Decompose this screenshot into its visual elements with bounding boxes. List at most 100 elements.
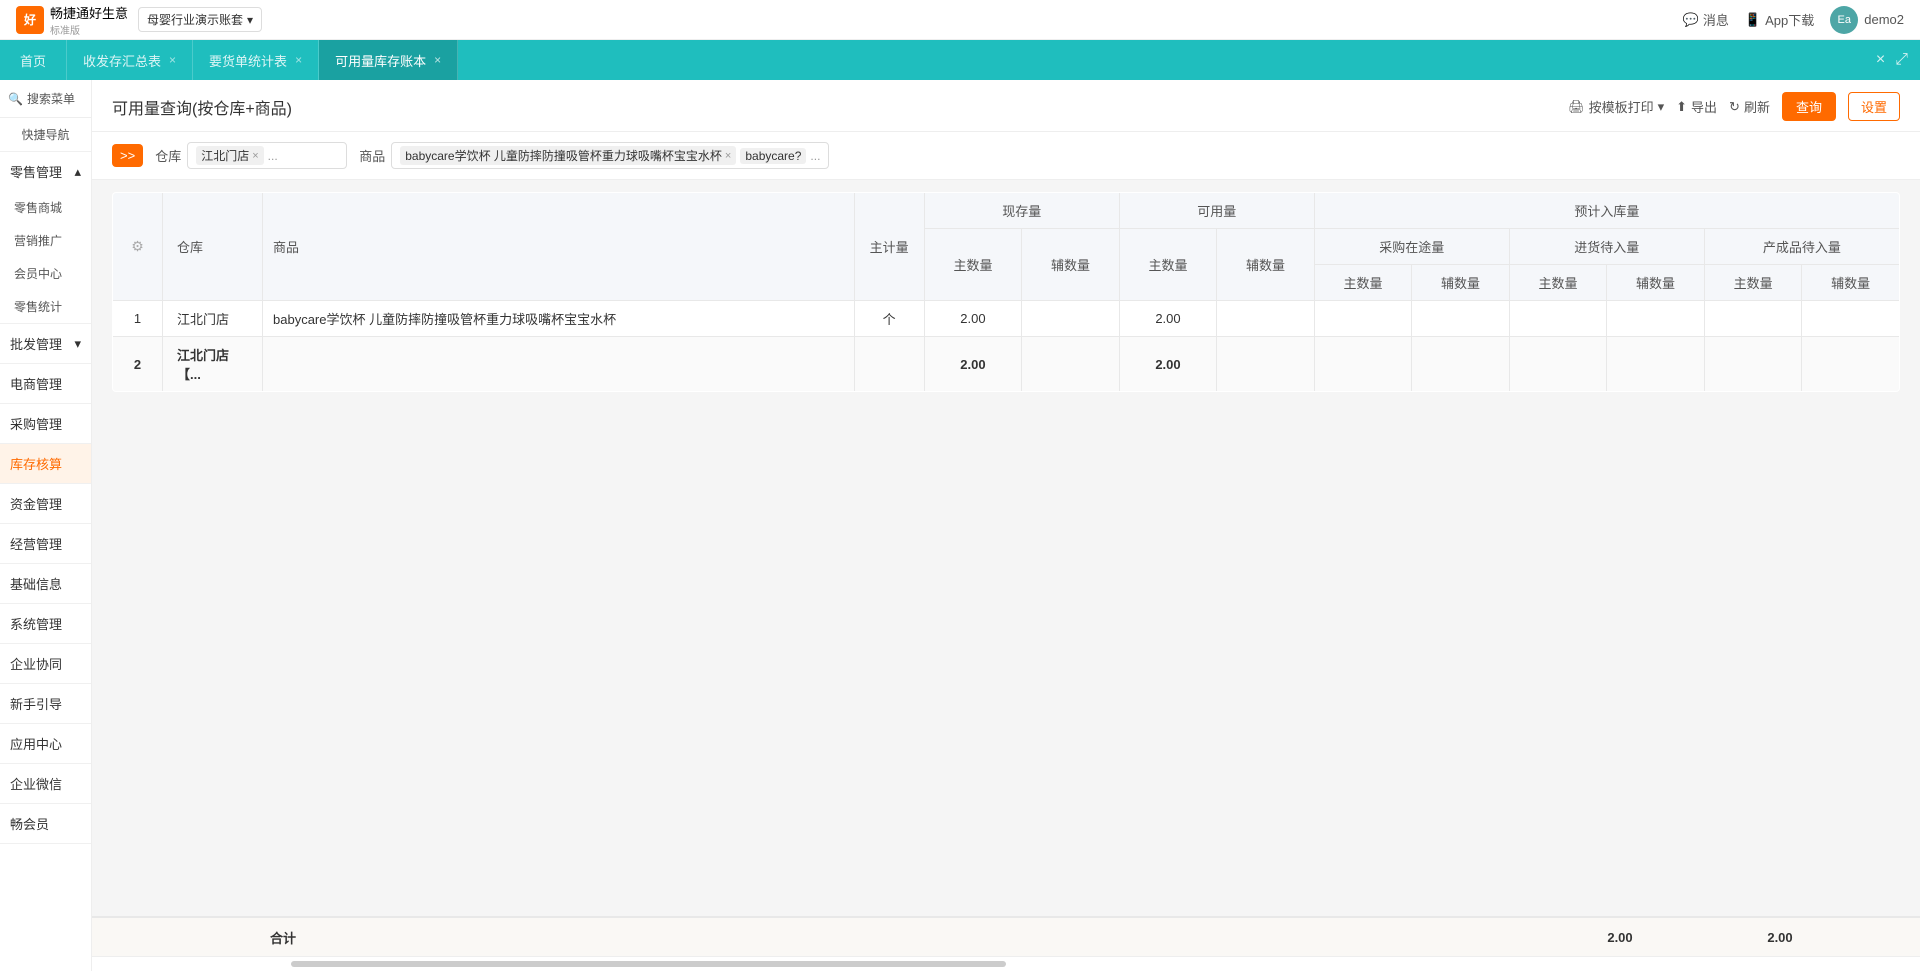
export-btn[interactable]: ⬆ 导出	[1676, 97, 1717, 116]
th-expected-in: 预计入库量	[1314, 193, 1899, 229]
sidebar-item-retail-mall[interactable]: 零售商城	[0, 191, 91, 224]
download-btn[interactable]: 📱 App下载	[1745, 10, 1814, 29]
message-btn[interactable]: 💬 消息	[1683, 10, 1729, 29]
chevron-up-icon: ▴	[74, 164, 81, 180]
td-product-main-2	[1704, 337, 1802, 392]
sidebar-group-operations: 经营管理	[0, 524, 91, 564]
td-warehouse-2: 江北门店【...	[163, 337, 263, 392]
th-purchase-sub: 辅数量	[1412, 265, 1510, 301]
sidebar-group-retail-header[interactable]: 零售管理 ▴	[0, 152, 91, 191]
logo-text: 畅捷通好生意	[50, 3, 128, 22]
sidebar-group-basic-header[interactable]: 基础信息	[0, 564, 91, 603]
sidebar-item-retail-stats[interactable]: 零售统计	[0, 290, 91, 323]
horizontal-scrollbar[interactable]	[291, 961, 1006, 967]
sidebar-group-appstore-label: 应用中心	[10, 734, 62, 753]
sidebar-group-vip-header[interactable]: 畅会员	[0, 804, 91, 843]
td-goods-sub-2	[1607, 337, 1705, 392]
avatar: Ea	[1830, 6, 1858, 34]
refresh-icon: ↻	[1729, 99, 1740, 115]
th-warehouse: 仓库	[163, 193, 263, 301]
total-available-sub	[1820, 928, 1900, 947]
th-settings[interactable]: ⚙	[113, 193, 163, 301]
sidebar-group-appstore-header[interactable]: 应用中心	[0, 724, 91, 763]
th-unit: 主计量	[854, 193, 924, 301]
industry-select[interactable]: 母婴行业演示账套 ▾	[138, 7, 262, 32]
tab-income[interactable]: 收发存汇总表 ×	[67, 40, 193, 80]
sidebar-group-ecommerce-header[interactable]: 电商管理	[0, 364, 91, 403]
sidebar-group-wholesale-label: 批发管理	[10, 334, 62, 353]
sidebar: 🔍 搜索菜单 快捷导航 零售管理 ▴ 零售商城 营销推广 会员中心 零售统计 批…	[0, 80, 92, 971]
filter-row: >> 仓库 江北门店 × ... 商品 babycare学饮杯 儿童防摔防撞吸管…	[92, 132, 1920, 180]
filter-product-tag-2: babycare?	[740, 148, 806, 164]
sidebar-group-system: 系统管理	[0, 604, 91, 644]
logo-sub: 标准版	[50, 22, 128, 37]
th-purchase-in-transit: 采购在途量	[1314, 229, 1509, 265]
td-purchase-sub-2	[1412, 337, 1510, 392]
filter-product-tags[interactable]: babycare学饮杯 儿童防摔防撞吸管杯重力球吸嘴杯宝宝水杯 × babyca…	[391, 142, 829, 169]
sidebar-item-marketing[interactable]: 营销推广	[0, 224, 91, 257]
tab-income-close[interactable]: ×	[169, 53, 176, 67]
chevron-down-icon: ▾	[247, 13, 253, 27]
sidebar-nav-quicklink[interactable]: 快捷导航	[0, 118, 91, 152]
th-available-main: 主数量	[1119, 229, 1217, 301]
td-available-main-1: 2.00	[1119, 301, 1217, 337]
filter-warehouse-tags[interactable]: 江北门店 × ...	[187, 142, 347, 169]
sidebar-group-wechat-header[interactable]: 企业微信	[0, 764, 91, 803]
filter-product-group: 商品 babycare学饮杯 儿童防摔防撞吸管杯重力球吸嘴杯宝宝水杯 × bab…	[359, 142, 829, 169]
content-area: 可用量查询(按仓库+商品) 🖨 按模板打印 ▾ ⬆ 导出 ↻ 刷新	[92, 80, 1920, 971]
sidebar-group-purchase: 采购管理	[0, 404, 91, 444]
sidebar-group-finance-label: 资金管理	[10, 494, 62, 513]
user-avatar-btn[interactable]: Ea demo2	[1830, 6, 1904, 34]
print-btn[interactable]: 🖨 按模板打印 ▾	[1568, 97, 1664, 116]
download-icon: 📱	[1745, 12, 1761, 28]
sidebar-group-newbie-label: 新手引导	[10, 694, 62, 713]
th-product-sub: 辅数量	[1802, 265, 1900, 301]
setting-button[interactable]: 设置	[1848, 92, 1900, 121]
td-goods-main-1	[1509, 301, 1607, 337]
page-title: 可用量查询(按仓库+商品)	[112, 95, 292, 119]
tab-expand-icon[interactable]: ⤢	[1895, 51, 1908, 69]
th-goods-pending: 进货待入量	[1509, 229, 1704, 265]
query-button[interactable]: 查询	[1782, 92, 1836, 121]
total-unit	[1510, 928, 1580, 947]
sidebar-group-vip-label: 畅会员	[10, 814, 49, 833]
tab-close-all-icon[interactable]: ×	[1876, 51, 1885, 69]
sidebar-search[interactable]: 🔍 搜索菜单	[0, 80, 91, 118]
tab-home[interactable]: 首页	[0, 40, 67, 80]
sidebar-group-purchase-header[interactable]: 采购管理	[0, 404, 91, 443]
expand-filter-button[interactable]: >>	[112, 144, 143, 167]
th-available: 可用量	[1119, 193, 1314, 229]
sidebar-group-system-header[interactable]: 系统管理	[0, 604, 91, 643]
tab-purchase[interactable]: 要货单统计表 ×	[193, 40, 319, 80]
sidebar-item-member[interactable]: 会员中心	[0, 257, 91, 290]
export-icon: ⬆	[1676, 99, 1687, 115]
tab-inventory[interactable]: 可用量库存账本 ×	[319, 40, 458, 80]
td-product-sub-1	[1802, 301, 1900, 337]
td-product-main-1	[1704, 301, 1802, 337]
filter-warehouse-more[interactable]: ...	[268, 149, 278, 163]
filter-product-tag-1-close[interactable]: ×	[725, 150, 731, 162]
sidebar-group-inventory-header[interactable]: 库存核算	[0, 444, 91, 483]
refresh-btn[interactable]: ↻ 刷新	[1729, 97, 1770, 116]
filter-product-tag-1: babycare学饮杯 儿童防摔防撞吸管杯重力球吸嘴杯宝宝水杯 ×	[400, 146, 736, 165]
sidebar-group-purchase-label: 采购管理	[10, 414, 62, 433]
table-settings-icon[interactable]: ⚙	[131, 238, 144, 254]
total-label	[112, 928, 162, 947]
user-name: demo2	[1864, 12, 1904, 27]
total-available-main: 2.00	[1740, 928, 1820, 947]
filter-warehouse-tag-1-close[interactable]: ×	[252, 150, 258, 162]
sidebar-group-finance-header[interactable]: 资金管理	[0, 484, 91, 523]
sidebar-group-wholesale-header[interactable]: 批发管理 ▾	[0, 324, 91, 363]
filter-warehouse-tag-1: 江北门店 ×	[196, 146, 263, 165]
tab-inventory-close[interactable]: ×	[434, 53, 441, 67]
sidebar-group-newbie-header[interactable]: 新手引导	[0, 684, 91, 723]
td-unit-2	[854, 337, 924, 392]
tab-inventory-label: 可用量库存账本	[335, 51, 426, 70]
tab-purchase-close[interactable]: ×	[295, 53, 302, 67]
sidebar-group-enterprise: 企业协同	[0, 644, 91, 684]
sidebar-group-enterprise-header[interactable]: 企业协同	[0, 644, 91, 683]
th-purchase-main: 主数量	[1314, 265, 1412, 301]
sidebar-group-operations-header[interactable]: 经营管理	[0, 524, 91, 563]
filter-product-more[interactable]: ...	[810, 149, 820, 163]
sidebar-group-retail: 零售管理 ▴ 零售商城 营销推广 会员中心 零售统计	[0, 152, 91, 324]
